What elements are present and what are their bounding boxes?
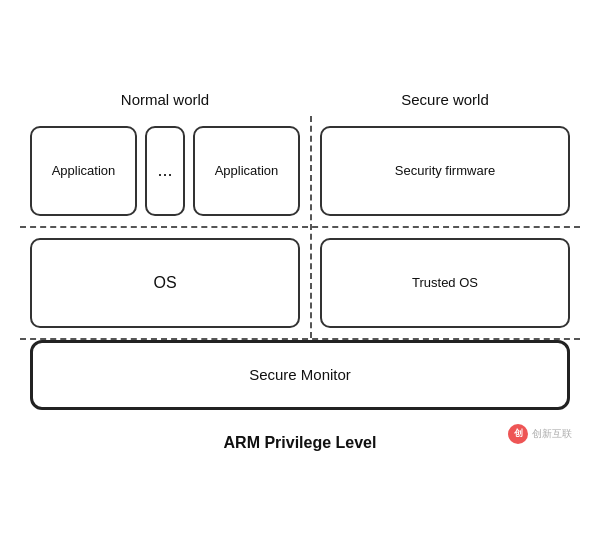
watermark-text: 创新互联 [532, 427, 572, 441]
secure-world-label: Secure world [310, 91, 580, 108]
normal-world-label: Normal world [20, 91, 310, 108]
normal-world-middle: OS [20, 228, 310, 338]
secure-monitor-box: Secure Monitor [30, 340, 570, 410]
secure-world-middle: Trusted OS [310, 228, 580, 338]
top-section: Application ... Application Security fir… [20, 116, 580, 226]
app-box-2: Application [193, 126, 300, 216]
security-firmware-box: Security firmware [320, 126, 570, 216]
secure-world-top: Security firmware [310, 116, 580, 226]
normal-world-top: Application ... Application [20, 116, 310, 226]
middle-section: OS Trusted OS [20, 228, 580, 338]
dots-box: ... [145, 126, 185, 216]
diagram-container: Normal world Secure world Application ..… [20, 91, 580, 452]
trusted-os-box: Trusted OS [320, 238, 570, 328]
bottom-section: Secure Monitor [20, 340, 580, 420]
watermark: 创 创新互联 [508, 424, 572, 444]
arm-label: ARM Privilege Level [20, 434, 580, 452]
app-box-1: Application [30, 126, 137, 216]
watermark-icon: 创 [508, 424, 528, 444]
world-labels-row: Normal world Secure world [20, 91, 580, 108]
os-box: OS [30, 238, 300, 328]
top-middle-wrapper: Application ... Application Security fir… [20, 116, 580, 338]
